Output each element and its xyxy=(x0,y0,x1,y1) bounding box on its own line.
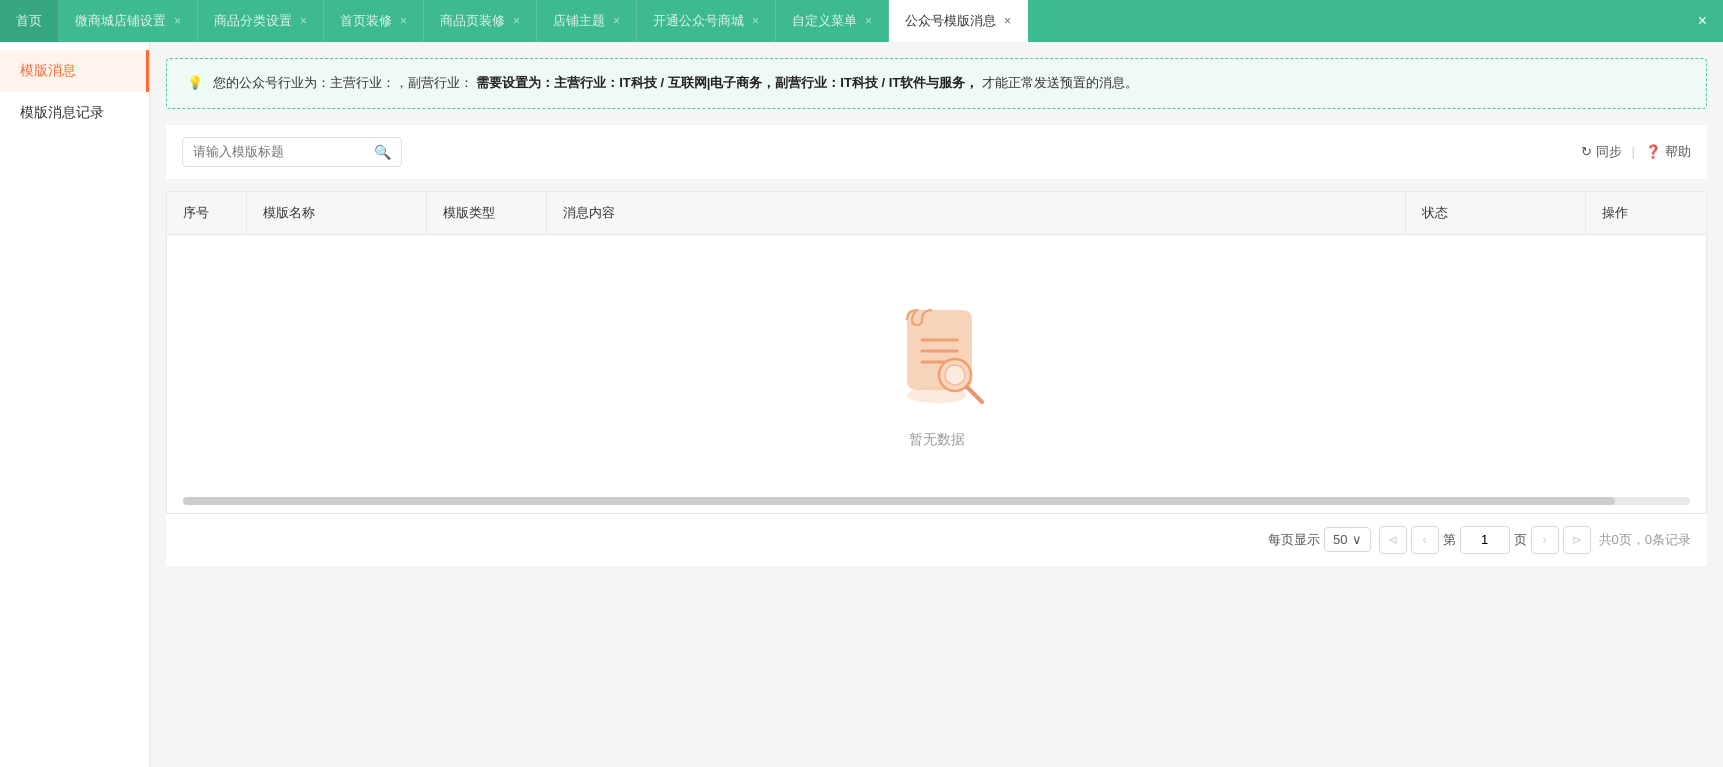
tab-shop-theme[interactable]: 店铺主题 × xyxy=(537,0,637,42)
page-nav: ⊲ ‹ 第 页 › ⊳ xyxy=(1379,526,1591,554)
total-info: 共0页，0条记录 xyxy=(1599,531,1691,549)
sidebar-item-template-msg-log[interactable]: 模版消息记录 xyxy=(0,92,149,134)
page-last-button[interactable]: ⊳ xyxy=(1563,526,1591,554)
toolbar-right: ↻ 同步 | ❓ 帮助 xyxy=(1581,143,1691,161)
sync-button[interactable]: ↻ 同步 xyxy=(1581,143,1622,161)
notice-highlight: 需要设置为：主营行业：IT科技 / 互联网|电子商务，副营行业：IT科技 / I… xyxy=(476,75,978,90)
tab-custom-menu[interactable]: 自定义菜单 × xyxy=(776,0,889,42)
tab-close-shop-theme[interactable]: × xyxy=(613,14,620,28)
notice-text-prefix: 您的公众号行业为：主营行业：，副营行业： xyxy=(213,75,473,90)
page-size-label: 每页显示 xyxy=(1268,531,1320,549)
page-input[interactable] xyxy=(1460,526,1510,554)
tab-close-custom-menu[interactable]: × xyxy=(865,14,872,28)
th-content: 消息内容 xyxy=(547,192,1406,234)
toolbar-separator: | xyxy=(1632,144,1635,159)
page-prefix-label: 第 xyxy=(1443,531,1456,549)
pagination: 每页显示 50 ∨ ⊲ ‹ 第 页 › ⊳ 共0页，0条记录 xyxy=(166,514,1707,566)
th-name: 模版名称 xyxy=(247,192,427,234)
tab-close-wechat-shop[interactable]: × xyxy=(752,14,759,28)
search-input[interactable] xyxy=(193,144,374,159)
tab-close-template-msg[interactable]: × xyxy=(1004,14,1011,28)
help-button[interactable]: ❓ 帮助 xyxy=(1645,143,1691,161)
tab-bar: 首页 微商城店铺设置 × 商品分类设置 × 首页装修 × 商品页装修 × 店铺主… xyxy=(0,0,1723,42)
empty-state: 暂无数据 xyxy=(167,235,1706,489)
tab-close-home-decor[interactable]: × xyxy=(400,14,407,28)
tab-micro-shop[interactable]: 微商城店铺设置 × xyxy=(59,0,198,42)
th-index: 序号 xyxy=(167,192,247,234)
page-size-select: 每页显示 50 ∨ xyxy=(1268,527,1370,552)
tab-close-product-category[interactable]: × xyxy=(300,14,307,28)
sync-icon: ↻ xyxy=(1581,144,1592,159)
page-next-button[interactable]: › xyxy=(1531,526,1559,554)
empty-icon xyxy=(877,295,997,415)
page-first-button[interactable]: ⊲ xyxy=(1379,526,1407,554)
tab-home[interactable]: 首页 xyxy=(0,0,59,42)
tab-wechat-shop[interactable]: 开通公众号商城 × xyxy=(637,0,776,42)
page-prev-button[interactable]: ‹ xyxy=(1411,526,1439,554)
sidebar-item-template-msg[interactable]: 模版消息 xyxy=(0,50,149,92)
content-area: 💡 您的公众号行业为：主营行业：，副营行业： 需要设置为：主营行业：IT科技 /… xyxy=(150,42,1723,767)
th-type: 模版类型 xyxy=(427,192,547,234)
notice-icon: 💡 xyxy=(187,75,203,90)
tab-template-msg[interactable]: 公众号模版消息 × xyxy=(889,0,1028,42)
main-layout: 模版消息 模版消息记录 💡 您的公众号行业为：主营行业：，副营行业： 需要设置为… xyxy=(0,42,1723,767)
chevron-down-icon: ∨ xyxy=(1352,532,1362,547)
tab-product-page[interactable]: 商品页装修 × xyxy=(424,0,537,42)
empty-text: 暂无数据 xyxy=(909,431,965,449)
search-bar: 🔍 ↻ 同步 | ❓ 帮助 xyxy=(166,125,1707,179)
scroll-track[interactable] xyxy=(183,497,1690,505)
page-size-dropdown[interactable]: 50 ∨ xyxy=(1324,527,1370,552)
svg-point-5 xyxy=(945,365,965,385)
search-input-wrapper[interactable]: 🔍 xyxy=(182,137,402,167)
table-header: 序号 模版名称 模版类型 消息内容 状态 操作 xyxy=(167,192,1706,235)
page-suffix-label: 页 xyxy=(1514,531,1527,549)
help-icon: ❓ xyxy=(1645,144,1661,159)
notice-text-suffix: 才能正常发送预置的消息。 xyxy=(982,75,1138,90)
notice-box: 💡 您的公众号行业为：主营行业：，副营行业： 需要设置为：主营行业：IT科技 /… xyxy=(166,58,1707,109)
th-status: 状态 xyxy=(1406,192,1586,234)
tab-bar-close-all[interactable]: × xyxy=(1682,12,1723,30)
tab-home-decor[interactable]: 首页装修 × xyxy=(324,0,424,42)
tab-close-product-page[interactable]: × xyxy=(513,14,520,28)
tab-product-category[interactable]: 商品分类设置 × xyxy=(198,0,324,42)
search-icon[interactable]: 🔍 xyxy=(374,144,391,160)
th-action: 操作 xyxy=(1586,192,1706,234)
tab-close-micro-shop[interactable]: × xyxy=(174,14,181,28)
scroll-thumb xyxy=(183,497,1615,505)
data-table: 序号 模版名称 模版类型 消息内容 状态 操作 xyxy=(166,191,1707,514)
sidebar: 模版消息 模版消息记录 xyxy=(0,42,150,767)
svg-line-7 xyxy=(967,387,982,402)
